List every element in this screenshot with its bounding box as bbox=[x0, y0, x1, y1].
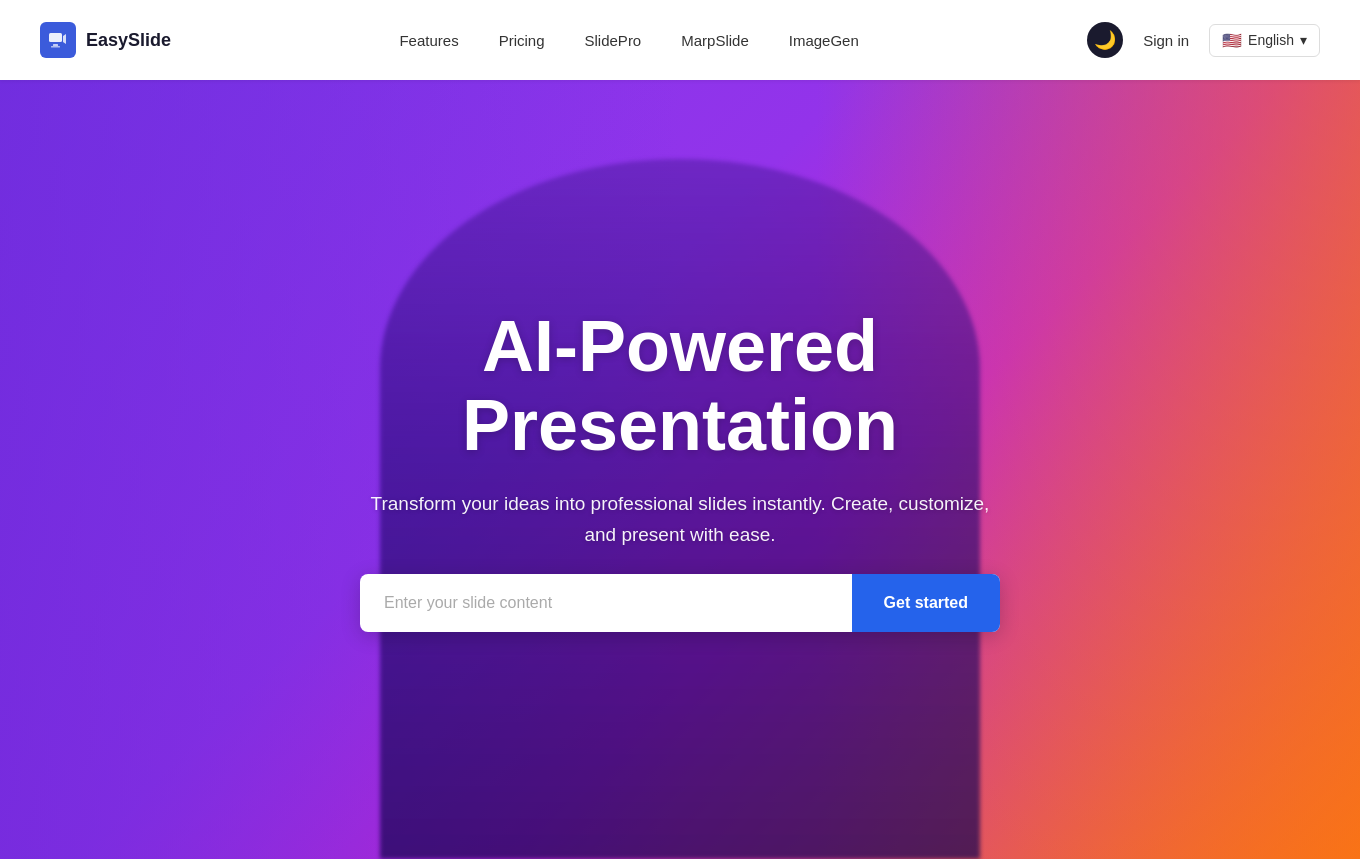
sign-in-link[interactable]: Sign in bbox=[1143, 32, 1189, 49]
navbar-right: 🌙 Sign in 🇺🇸 English ▾ bbox=[1087, 22, 1320, 58]
slide-content-input[interactable] bbox=[360, 574, 852, 632]
moon-icon: 🌙 bbox=[1094, 29, 1116, 51]
language-selector[interactable]: 🇺🇸 English ▾ bbox=[1209, 24, 1320, 57]
nav-link-slidepro[interactable]: SlidePro bbox=[585, 32, 642, 49]
hero-section: AI-Powered Presentation Transform your i… bbox=[0, 80, 1360, 859]
chevron-down-icon: ▾ bbox=[1300, 32, 1307, 48]
nav-links: Features Pricing SlidePro MarpSlide Imag… bbox=[399, 32, 858, 49]
nav-link-imagegen[interactable]: ImageGen bbox=[789, 32, 859, 49]
hero-title: AI-Powered Presentation bbox=[462, 307, 898, 465]
hero-title-line2: Presentation bbox=[462, 385, 898, 465]
language-label: English bbox=[1248, 32, 1294, 48]
flag-icon: 🇺🇸 bbox=[1222, 31, 1242, 50]
hero-content: AI-Powered Presentation Transform your i… bbox=[0, 80, 1360, 859]
brand-name: EasySlide bbox=[86, 30, 171, 51]
svg-rect-2 bbox=[51, 46, 60, 48]
svg-rect-0 bbox=[49, 33, 62, 42]
navbar: EasySlide Features Pricing SlidePro Marp… bbox=[0, 0, 1360, 80]
svg-rect-1 bbox=[53, 44, 58, 46]
hero-title-line1: AI-Powered bbox=[482, 306, 878, 386]
hero-subtitle: Transform your ideas into professional s… bbox=[360, 489, 1000, 550]
nav-link-marpslide[interactable]: MarpSlide bbox=[681, 32, 749, 49]
navbar-brand: EasySlide bbox=[40, 22, 171, 58]
hero-input-row: Get started bbox=[360, 574, 1000, 632]
get-started-button[interactable]: Get started bbox=[852, 574, 1000, 632]
nav-link-features[interactable]: Features bbox=[399, 32, 458, 49]
logo-icon bbox=[40, 22, 76, 58]
theme-toggle-button[interactable]: 🌙 bbox=[1087, 22, 1123, 58]
nav-link-pricing[interactable]: Pricing bbox=[499, 32, 545, 49]
